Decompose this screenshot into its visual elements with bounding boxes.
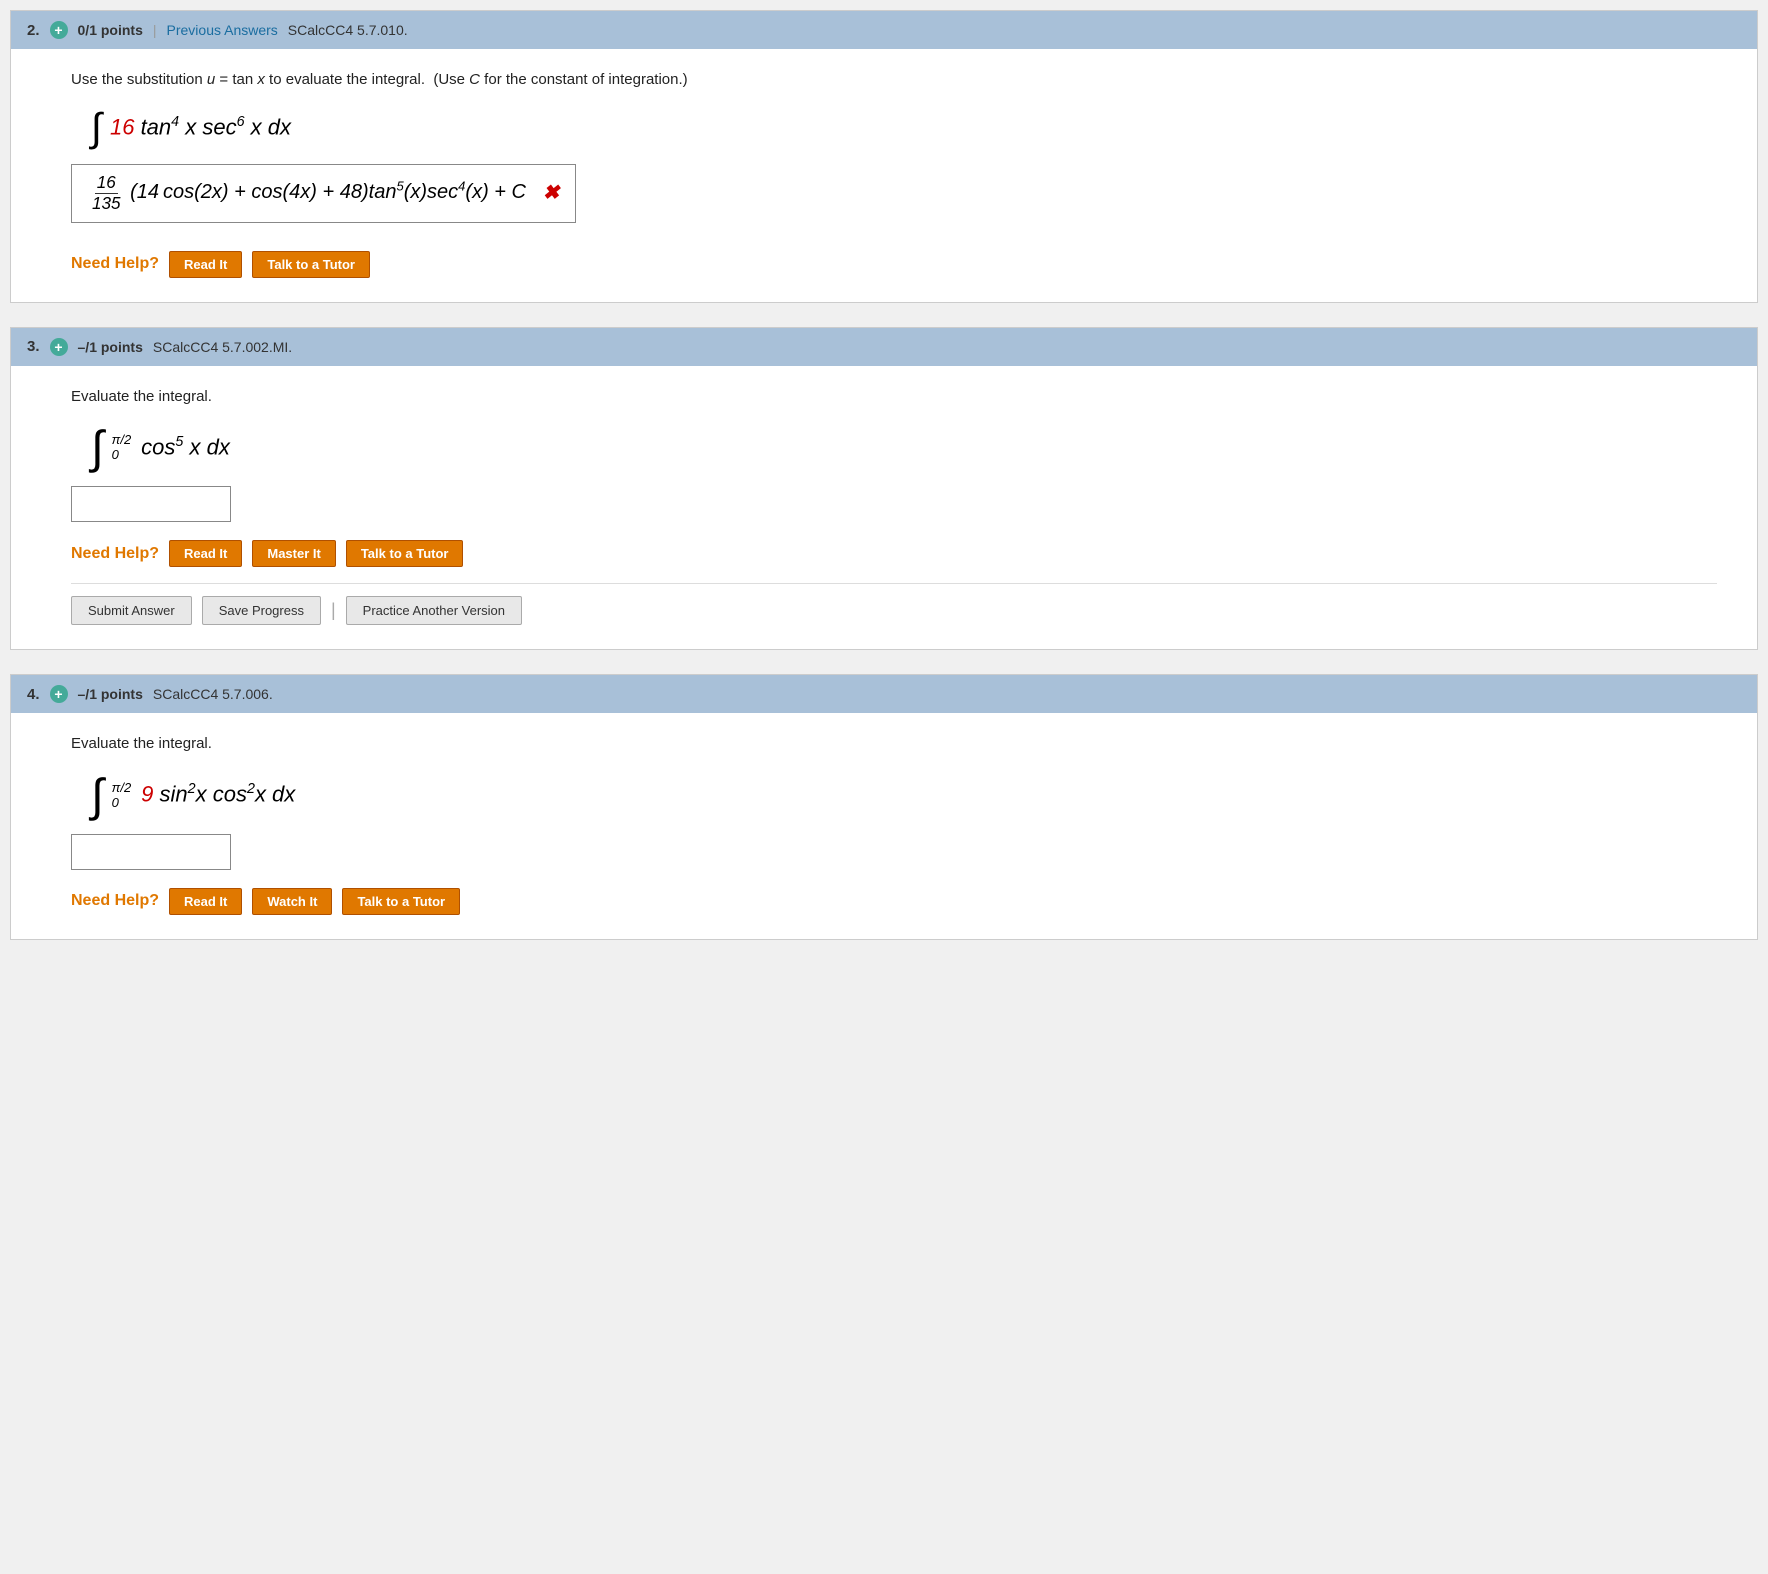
q2-red-16: 16	[110, 115, 134, 140]
q2-separator: |	[153, 22, 157, 38]
q4-upper-bound: π/2	[112, 780, 132, 795]
q2-need-help-row: Need Help? Read It Talk to a Tutor	[71, 251, 1717, 278]
question-3-header: 3. + –/1 points SCalcCC4 5.7.002.MI.	[11, 328, 1757, 366]
q3-read-it-button[interactable]: Read It	[169, 540, 242, 567]
q3-talk-tutor-button[interactable]: Talk to a Tutor	[346, 540, 464, 567]
q2-frac: 16 135	[90, 173, 123, 214]
q3-bounds: π/2 0	[112, 432, 132, 462]
q4-integrand: 9 sin2x cos2x dx	[141, 781, 295, 807]
q2-integral: ∫ 16 tan4 x sec6 x dx	[91, 108, 1717, 148]
q3-divider: |	[331, 600, 336, 621]
q4-code-ref: SCalcCC4 5.7.006.	[153, 686, 273, 702]
q2-integrand: 16 tan4 x sec6 x dx	[110, 114, 291, 140]
q3-answer-container	[71, 486, 1717, 522]
q4-integral: ∫ π/2 0 9 sin2x cos2x dx	[91, 772, 1717, 818]
q2-plus-icon: +	[50, 21, 68, 39]
q3-need-help-row: Need Help? Read It Master It Talk to a T…	[71, 540, 1717, 567]
q4-read-it-button[interactable]: Read It	[169, 888, 242, 915]
q2-points: 0/1 points	[78, 22, 143, 38]
question-4-header: 4. + –/1 points SCalcCC4 5.7.006.	[11, 675, 1757, 713]
q3-need-help-label: Need Help?	[71, 545, 159, 563]
q2-wrong-icon: ✖	[543, 181, 560, 203]
q2-answer-formula: (14 cos(2x) + cos(4x) + 48)tan5(x)sec4(x…	[130, 181, 531, 203]
q3-save-button[interactable]: Save Progress	[202, 596, 321, 625]
q4-body: Evaluate the integral. ∫ π/2 0 9 sin2x c…	[11, 713, 1757, 939]
q4-bounds: π/2 0	[112, 780, 132, 810]
q3-body: Evaluate the integral. ∫ π/2 0 cos5 x dx…	[11, 366, 1757, 650]
q4-need-help-row: Need Help? Read It Watch It Talk to a Tu…	[71, 888, 1717, 915]
q3-submit-button[interactable]: Submit Answer	[71, 596, 192, 625]
q3-answer-input[interactable]	[71, 486, 231, 522]
q3-integral-sign: ∫	[91, 424, 104, 470]
q4-text: Evaluate the integral.	[71, 733, 1717, 756]
q4-answer-container	[71, 834, 1717, 870]
q4-number: 4.	[27, 686, 40, 703]
q2-talk-tutor-button[interactable]: Talk to a Tutor	[252, 251, 370, 278]
q4-talk-tutor-button[interactable]: Talk to a Tutor	[342, 888, 460, 915]
q2-number: 2.	[27, 22, 40, 39]
q3-plus-icon: +	[50, 338, 68, 356]
q2-text: Use the substitution u = tan x to evalua…	[71, 69, 1717, 92]
question-3: 3. + –/1 points SCalcCC4 5.7.002.MI. Eva…	[10, 327, 1758, 651]
q3-points: –/1 points	[78, 339, 143, 355]
q4-plus-icon: +	[50, 685, 68, 703]
question-2: 2. + 0/1 points | Previous Answers SCalc…	[10, 10, 1758, 303]
q3-lower-bound: 0	[112, 447, 132, 462]
q4-integral-sign: ∫	[91, 772, 104, 818]
q2-answer-display: 16 135 (14 cos(2x) + cos(4x) + 48)tan5(x…	[71, 164, 576, 223]
q2-body: Use the substitution u = tan x to evalua…	[11, 49, 1757, 302]
q2-code-ref: SCalcCC4 5.7.010.	[288, 22, 408, 38]
q4-need-help-label: Need Help?	[71, 892, 159, 910]
q3-practice-button[interactable]: Practice Another Version	[346, 596, 522, 625]
q4-watch-it-button[interactable]: Watch It	[252, 888, 332, 915]
q3-action-row: Submit Answer Save Progress | Practice A…	[71, 583, 1717, 625]
q4-lower-bound: 0	[112, 795, 132, 810]
q3-number: 3.	[27, 338, 40, 355]
q4-answer-input[interactable]	[71, 834, 231, 870]
q3-integrand: cos5 x dx	[141, 434, 230, 460]
q3-text: Evaluate the integral.	[71, 386, 1717, 409]
question-4: 4. + –/1 points SCalcCC4 5.7.006. Evalua…	[10, 674, 1758, 940]
q4-points: –/1 points	[78, 686, 143, 702]
q3-master-it-button[interactable]: Master It	[252, 540, 335, 567]
question-2-header: 2. + 0/1 points | Previous Answers SCalc…	[11, 11, 1757, 49]
q2-read-it-button[interactable]: Read It	[169, 251, 242, 278]
q3-integral: ∫ π/2 0 cos5 x dx	[91, 424, 1717, 470]
q3-upper-bound: π/2	[112, 432, 132, 447]
q4-red-9: 9	[141, 782, 153, 807]
q2-prev-answers-link[interactable]: Previous Answers	[167, 22, 278, 38]
q2-integral-sign: ∫	[91, 108, 102, 148]
q3-code-ref: SCalcCC4 5.7.002.MI.	[153, 339, 292, 355]
q2-need-help-label: Need Help?	[71, 255, 159, 273]
